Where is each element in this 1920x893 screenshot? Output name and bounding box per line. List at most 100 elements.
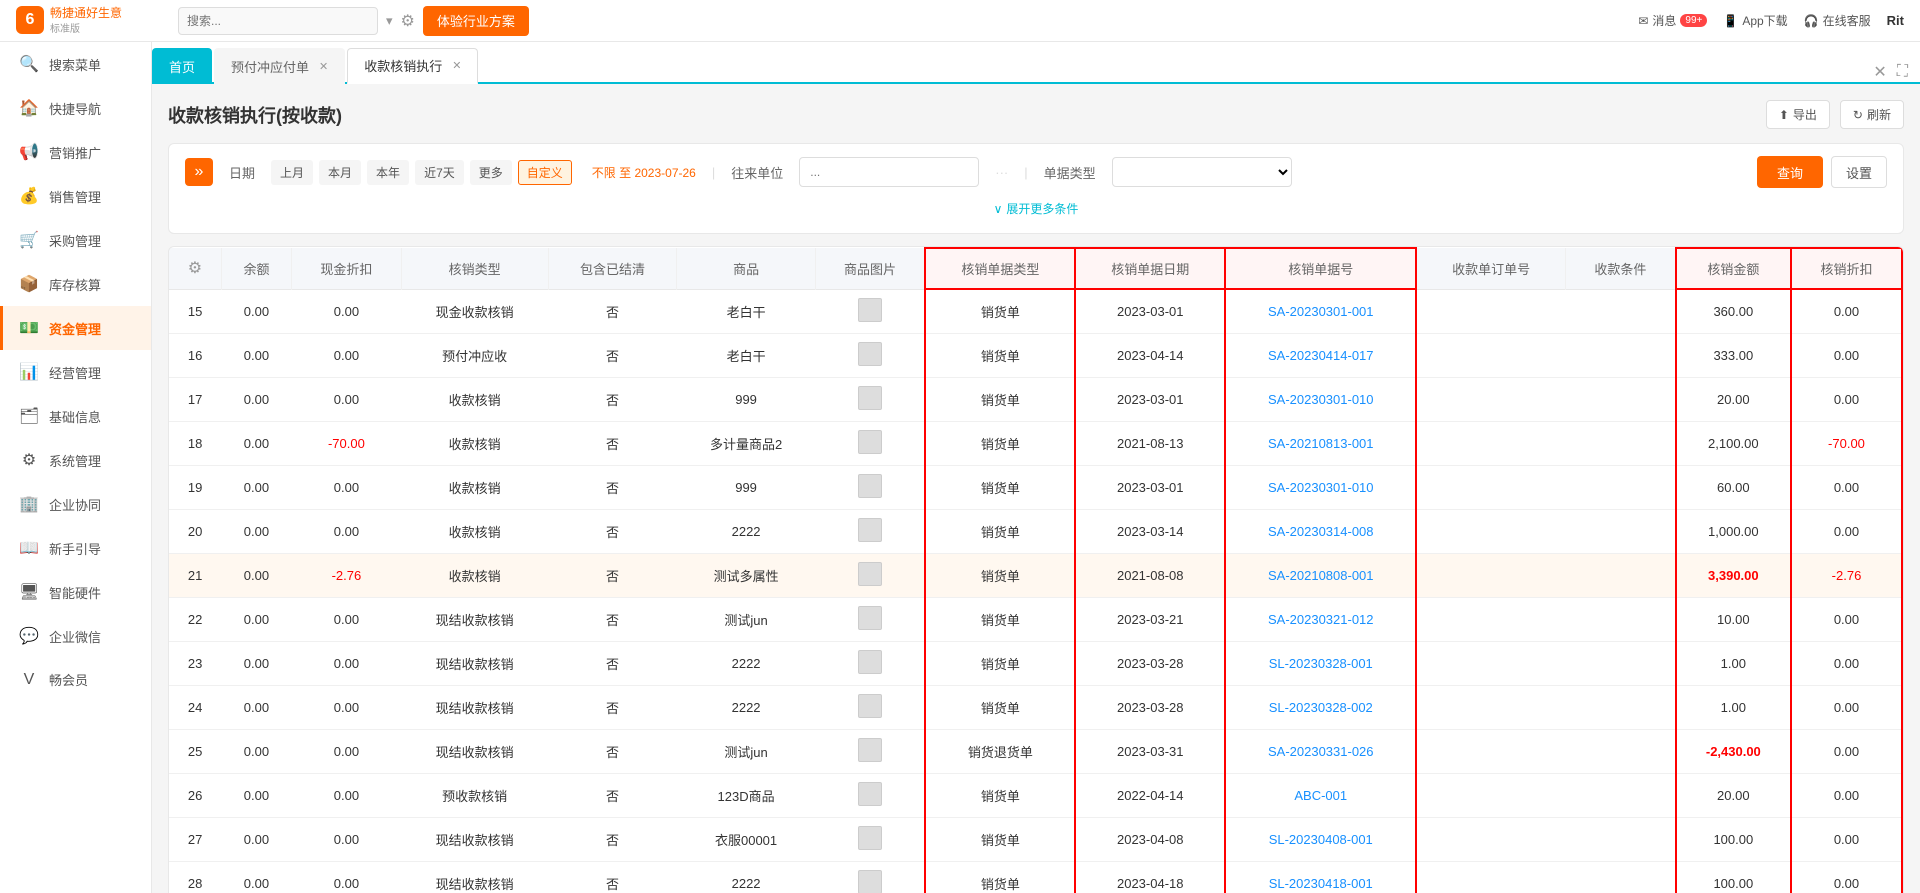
sidebar-label-corp: 企业协同: [49, 495, 101, 514]
top-search-input[interactable]: [178, 7, 378, 35]
product-img-cell: [815, 597, 925, 641]
tab-prepay-close[interactable]: ✕: [319, 60, 328, 73]
tab-collect-close[interactable]: ✕: [452, 59, 461, 72]
finance-icon: 💵: [19, 318, 39, 338]
system-icon: ⚙: [19, 450, 39, 470]
partner-label: 往来单位: [731, 163, 783, 182]
sidebar-item-basic-info[interactable]: 🗂 基础信息: [0, 394, 151, 438]
inventory-icon: 📦: [19, 274, 39, 294]
message-btn[interactable]: ✉ 消息 99+: [1638, 12, 1707, 29]
sidebar-label-basic-info: 基础信息: [49, 407, 101, 426]
tab-collect-label: 收款核销执行: [364, 56, 442, 75]
date-pill-this-month[interactable]: 本月: [319, 160, 361, 185]
expand-more-btn[interactable]: ∨ 展开更多条件: [986, 196, 1087, 221]
tab-expand-icon[interactable]: ⛶: [1897, 63, 1908, 81]
sidebar-item-wechat[interactable]: 💬 企业微信: [0, 614, 151, 658]
app-download-btn[interactable]: 📱 App下载: [1723, 12, 1787, 29]
date-pill-this-year[interactable]: 本年: [367, 160, 409, 185]
voucher-type-select[interactable]: [1112, 157, 1292, 187]
online-service-btn[interactable]: 🎧 在线客服: [1804, 12, 1871, 29]
message-icon: ✉: [1638, 14, 1648, 28]
sidebar-item-hardware[interactable]: 🖥 智能硬件: [0, 570, 151, 614]
voucher-type-label: 单据类型: [1044, 163, 1096, 182]
sidebar-item-finance[interactable]: 💵 资金管理: [0, 306, 151, 350]
col-verify-type: 核销类型: [401, 248, 548, 289]
message-badge: 99+: [1680, 14, 1707, 27]
brand-icon: 6: [16, 6, 44, 34]
date-pill-last-month[interactable]: 上月: [271, 160, 313, 185]
date-pill-7days[interactable]: 近7天: [415, 160, 464, 185]
brand-name: 畅捷通好生意: [50, 6, 122, 20]
date-pill-custom[interactable]: 自定义: [518, 160, 572, 185]
dropdown-icon[interactable]: ▾: [386, 13, 393, 29]
sidebar-item-sales[interactable]: 💰 销售管理: [0, 174, 151, 218]
app-layout: 🔍 搜索菜单 🏠 快捷导航 📢 营销推广 💰 销售管理 🛒 采购管理 📦 库存核…: [0, 42, 1920, 893]
table-container: ⚙ 余额 现金折扣 核销类型 包含已结清 商品 商品图片 核销单据类型 核销单据…: [168, 246, 1904, 893]
table-row: 170.000.00收款核销否999销货单2023-03-01SA-202303…: [169, 377, 1902, 421]
sidebar-label-finance: 资金管理: [49, 319, 101, 338]
sidebar-label-wechat: 企业微信: [49, 627, 101, 646]
sidebar-label-marketing: 营销推广: [49, 143, 101, 162]
table-header-row: ⚙ 余额 现金折扣 核销类型 包含已结清 商品 商品图片 核销单据类型 核销单据…: [169, 248, 1902, 289]
wechat-icon: 💬: [19, 626, 39, 646]
brand-sub: 标准版: [50, 20, 122, 35]
main-table: ⚙ 余额 现金折扣 核销类型 包含已结清 商品 商品图片 核销单据类型 核销单据…: [169, 247, 1903, 893]
sidebar-label-inventory: 库存核算: [49, 275, 101, 294]
brand-logo: 6 畅捷通好生意 标准版: [16, 6, 166, 35]
partner-input[interactable]: [799, 157, 979, 187]
phone-icon: 📱: [1723, 14, 1738, 28]
col-collect-order-no: 收款单订单号: [1416, 248, 1565, 289]
export-btn[interactable]: ⬆ 导出: [1766, 100, 1830, 129]
product-img-cell: [815, 333, 925, 377]
tab-prepay[interactable]: 预付冲应付单 ✕: [214, 48, 345, 84]
sidebar-label-system: 系统管理: [49, 451, 101, 470]
product-img-cell: [815, 817, 925, 861]
export-icon: ⬆: [1779, 108, 1789, 122]
home-icon: 🏠: [19, 98, 39, 118]
col-cash-discount: 现金折扣: [292, 248, 401, 289]
sidebar-item-system[interactable]: ⚙ 系统管理: [0, 438, 151, 482]
user-avatar[interactable]: Rit: [1887, 13, 1904, 28]
col-gear[interactable]: ⚙: [169, 248, 221, 289]
refresh-btn[interactable]: ↻ 刷新: [1840, 100, 1904, 129]
guide-icon: 📖: [19, 538, 39, 558]
industry-btn[interactable]: 体验行业方案: [423, 6, 529, 36]
tab-collect[interactable]: 收款核销执行 ✕: [347, 48, 478, 84]
sidebar-label-guide: 新手引导: [49, 539, 101, 558]
headset-icon: 🎧: [1804, 14, 1819, 28]
query-btn[interactable]: 查询: [1757, 156, 1823, 188]
table-row: 190.000.00收款核销否999销货单2023-03-01SA-202303…: [169, 465, 1902, 509]
sidebar-item-search[interactable]: 🔍 搜索菜单: [0, 42, 151, 86]
sidebar-item-corp[interactable]: 🏢 企业协同: [0, 482, 151, 526]
product-img-cell: [815, 289, 925, 333]
table-row: 250.000.00现结收款核销否测试jun销货退货单2023-03-31SA-…: [169, 729, 1902, 773]
tab-close-all-icon[interactable]: ✕: [1873, 62, 1886, 82]
sidebar-item-guide[interactable]: 📖 新手引导: [0, 526, 151, 570]
tab-home[interactable]: 首页: [152, 48, 212, 84]
sidebar-item-purchase[interactable]: 🛒 采购管理: [0, 218, 151, 262]
table-row: 280.000.00现结收款核销否2222销货单2023-04-18SL-202…: [169, 861, 1902, 893]
date-pill-more[interactable]: 更多: [470, 160, 512, 185]
sidebar-item-inventory[interactable]: 📦 库存核算: [0, 262, 151, 306]
page-title-actions: ⬆ 导出 ↻ 刷新: [1766, 100, 1904, 129]
product-img-cell: [815, 861, 925, 893]
col-verify-discount: 核销折扣: [1791, 248, 1902, 289]
sidebar-item-marketing[interactable]: 📢 营销推广: [0, 130, 151, 174]
product-img-cell: [815, 773, 925, 817]
sidebar-item-operations[interactable]: 📊 经营管理: [0, 350, 151, 394]
filter-expand-btn[interactable]: »: [185, 158, 213, 186]
tab-bar-right: ✕ ⛶: [1873, 62, 1920, 82]
col-voucher-report-type: 核销单据类型: [925, 248, 1075, 289]
tab-home-label: 首页: [169, 57, 195, 76]
settings-icon[interactable]: ⚙: [401, 11, 415, 31]
chevron-down-icon: ∨: [994, 202, 1003, 216]
product-img-cell: [815, 465, 925, 509]
sidebar-item-quick-nav[interactable]: 🏠 快捷导航: [0, 86, 151, 130]
sidebar-item-member[interactable]: V 畅会员: [0, 658, 151, 701]
table-row: 260.000.00预收款核销否123D商品销货单2022-04-14ABC-0…: [169, 773, 1902, 817]
page-body: 收款核销执行(按收款) ⬆ 导出 ↻ 刷新 » 日期: [152, 84, 1920, 893]
page-title: 收款核销执行(按收款): [168, 102, 342, 128]
sidebar-label-operations: 经营管理: [49, 363, 101, 382]
refresh-icon: ↻: [1853, 108, 1863, 122]
setting-btn[interactable]: 设置: [1831, 156, 1887, 188]
